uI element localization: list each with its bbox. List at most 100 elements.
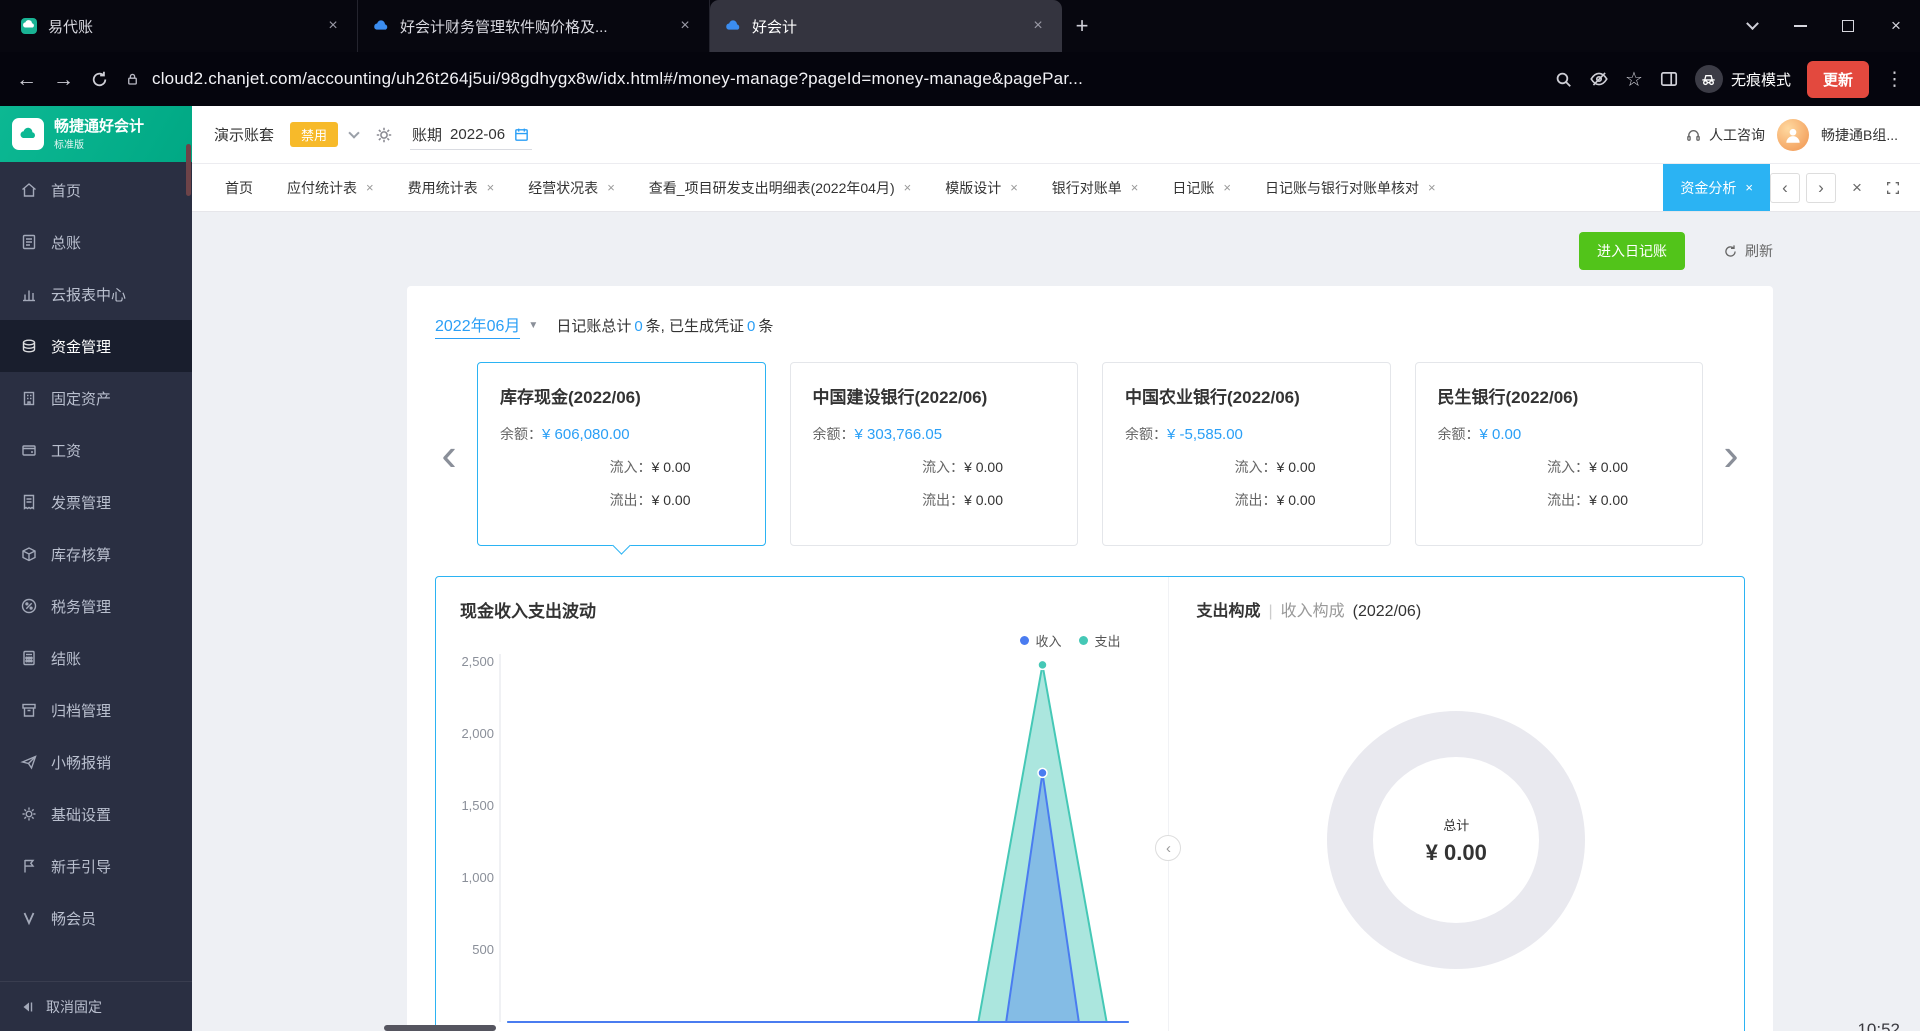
sidebar-scrollbar-thumb[interactable] xyxy=(186,144,191,196)
sidebar-item-cloud-reports[interactable]: 云报表中心 xyxy=(0,268,192,320)
outflow-label: 流出： xyxy=(1234,492,1277,508)
card-inflow-row: 流入：¥ 0.00 xyxy=(1438,457,1681,477)
close-all-tabs-button[interactable]: × xyxy=(1842,172,1872,203)
tab-scroll-right-button[interactable]: › xyxy=(1806,172,1836,203)
svg-text:2,000: 2,000 xyxy=(461,726,494,741)
month-caret-icon[interactable]: ▼ xyxy=(528,320,538,331)
calendar-icon[interactable] xyxy=(513,126,530,143)
app-tab-project-detail[interactable]: 查看_项目研发支出明细表(2022年04月) × xyxy=(632,164,928,211)
app-tab-journal-bank-check[interactable]: 日记账与银行对账单核对 × xyxy=(1248,164,1453,211)
support-button[interactable]: 人工咨询 xyxy=(1685,125,1765,145)
app-tab-bank-statement[interactable]: 银行对账单 × xyxy=(1035,164,1156,211)
sidebar-item-settings[interactable]: 基础设置 xyxy=(0,788,192,840)
legend-dot-icon xyxy=(1020,636,1030,645)
sidebar-item-fund-management[interactable]: 资金管理 xyxy=(0,320,192,372)
tab-close-icon[interactable]: × xyxy=(607,180,615,195)
income-composition-tab[interactable]: 收入构成 xyxy=(1281,597,1345,621)
sidebar-item-invoices[interactable]: 发票管理 xyxy=(0,476,192,528)
eye-off-icon[interactable] xyxy=(1589,69,1609,89)
back-icon[interactable]: ← xyxy=(16,69,37,90)
sidebar-item-membership[interactable]: 畅会员 xyxy=(0,892,192,944)
sidebar-item-payroll[interactable]: 工资 xyxy=(0,424,192,476)
tab-close-icon[interactable]: × xyxy=(675,17,695,35)
account-card-cash[interactable]: 库存现金(2022/06) 余额：¥ 606,080.00 流入：¥ 0.00 … xyxy=(477,362,766,546)
tab-close-icon[interactable]: × xyxy=(1131,180,1139,195)
sidebar-item-inventory[interactable]: 库存核算 xyxy=(0,528,192,580)
app-tab-home[interactable]: 首页 xyxy=(208,164,270,211)
tab-close-icon[interactable]: × xyxy=(1223,180,1231,195)
flow-legend[interactable]: 收入 支出 xyxy=(1020,631,1120,650)
window-close-button[interactable]: × xyxy=(1872,0,1920,52)
search-icon[interactable] xyxy=(1554,70,1573,89)
browser-tab-3-active[interactable]: 好会计 × xyxy=(710,0,1062,52)
sidebar-item-general-ledger[interactable]: 总账 xyxy=(0,216,192,268)
horizontal-scrollbar-thumb[interactable] xyxy=(384,1025,496,1031)
tab-close-icon[interactable]: × xyxy=(323,17,343,35)
sidebar-item-home[interactable]: 首页 xyxy=(0,164,192,216)
user-avatar[interactable] xyxy=(1776,118,1809,151)
tab-close-icon[interactable]: × xyxy=(1428,180,1436,195)
enter-journal-button[interactable]: 进入日记账 xyxy=(1579,232,1685,270)
tab-close-icon[interactable]: × xyxy=(487,180,495,195)
legend-item[interactable]: 支出 xyxy=(1079,631,1120,650)
month-selector[interactable]: 2022年06月 xyxy=(435,312,521,339)
app-tab-fund-analysis-active[interactable]: 资金分析 × xyxy=(1663,164,1770,211)
account-set-label[interactable]: 演示账套 xyxy=(214,124,274,145)
reload-icon[interactable] xyxy=(90,70,109,89)
ledger-icon xyxy=(22,234,36,250)
sidebar-item-fixed-assets[interactable]: 固定资产 xyxy=(0,372,192,424)
collapse-handle[interactable]: ‹ xyxy=(1155,835,1182,861)
tab-close-icon[interactable]: × xyxy=(1010,180,1018,195)
sidebar-item-archive[interactable]: 归档管理 xyxy=(0,684,192,736)
period-value[interactable]: 2022-06 xyxy=(450,126,505,143)
tab-close-icon[interactable]: × xyxy=(1745,180,1753,195)
tab-close-icon[interactable]: × xyxy=(366,180,374,195)
minimize-button[interactable] xyxy=(1776,0,1824,52)
url-text[interactable]: cloud2.chanjet.com/accounting/uh26t264j5… xyxy=(152,69,1083,89)
side-panel-icon[interactable] xyxy=(1659,69,1679,89)
new-tab-button[interactable]: + xyxy=(1062,6,1102,46)
app-tab-template-design[interactable]: 模版设计 × xyxy=(928,164,1035,211)
legend-item[interactable]: 收入 xyxy=(1020,631,1061,650)
maximize-button[interactable] xyxy=(1824,0,1872,52)
bookmark-star-icon[interactable]: ☆ xyxy=(1625,67,1643,92)
account-card-abc[interactable]: 中国农业银行(2022/06) 余额：¥ -5,585.00 流入：¥ 0.00… xyxy=(1102,362,1391,546)
sidebar-item-guide[interactable]: 新手引导 xyxy=(0,840,192,892)
url-field[interactable]: cloud2.chanjet.com/accounting/uh26t264j5… xyxy=(125,69,1538,89)
settings-gear-icon[interactable] xyxy=(374,125,394,145)
refresh-button[interactable]: 刷新 xyxy=(1723,241,1773,261)
status-tag-caret-icon[interactable] xyxy=(348,126,360,139)
user-name[interactable]: 畅捷通B组... xyxy=(1821,125,1898,145)
tab-scroll-left-button[interactable]: ‹ xyxy=(1770,172,1800,203)
tab-close-icon[interactable]: × xyxy=(904,180,912,195)
tab-list-chevron-icon[interactable] xyxy=(1728,0,1776,52)
fullscreen-icon[interactable] xyxy=(1878,172,1908,203)
accounting-period[interactable]: 账期 2022-06 xyxy=(410,120,533,150)
app-tab-journal[interactable]: 日记账 × xyxy=(1155,164,1248,211)
expense-composition-tab[interactable]: 支出构成 xyxy=(1196,597,1260,621)
tab-favicon xyxy=(21,18,37,34)
browser-tab-2[interactable]: 好会计财务管理软件购价格及... × xyxy=(358,0,710,52)
app-tab-expense[interactable]: 费用统计表 × xyxy=(391,164,512,211)
browser-update-button[interactable]: 更新 xyxy=(1806,60,1869,98)
card-outflow-row: 流出：¥ 0.00 xyxy=(1438,490,1681,510)
sidebar-unpin-button[interactable]: 取消固定 xyxy=(0,981,192,1031)
refresh-icon xyxy=(1725,244,1736,257)
sidebar-item-reimbursement[interactable]: 小畅报销 xyxy=(0,736,192,788)
status-tag[interactable]: 禁用 xyxy=(290,122,339,147)
tab-close-icon[interactable]: × xyxy=(1028,17,1048,35)
sidebar-item-tax[interactable]: 税务管理 xyxy=(0,580,192,632)
account-card-minsheng[interactable]: 民生银行(2022/06) 余额：¥ 0.00 流入：¥ 0.00 流出：¥ 0… xyxy=(1414,362,1703,546)
carousel-left-icon[interactable]: ‹ xyxy=(435,362,463,546)
sidebar-item-closing[interactable]: 结账 xyxy=(0,632,192,684)
app-tab-operating[interactable]: 经营状况表 × xyxy=(511,164,632,211)
account-card-ccb[interactable]: 中国建设银行(2022/06) 余额：¥ 303,766.05 流入：¥ 0.0… xyxy=(789,362,1078,546)
carousel-right-icon[interactable]: › xyxy=(1717,362,1745,546)
balance-label: 余额： xyxy=(812,426,855,442)
browser-tab-1[interactable]: 易代账 × xyxy=(6,0,358,52)
app-tab-payables[interactable]: 应付统计表 × xyxy=(270,164,391,211)
forward-icon[interactable]: → xyxy=(53,69,74,90)
sidebar-item-label: 结账 xyxy=(51,650,82,668)
browser-menu-icon[interactable]: ⋮ xyxy=(1885,68,1904,91)
card-inflow-row: 流入：¥ 0.00 xyxy=(1125,457,1368,477)
